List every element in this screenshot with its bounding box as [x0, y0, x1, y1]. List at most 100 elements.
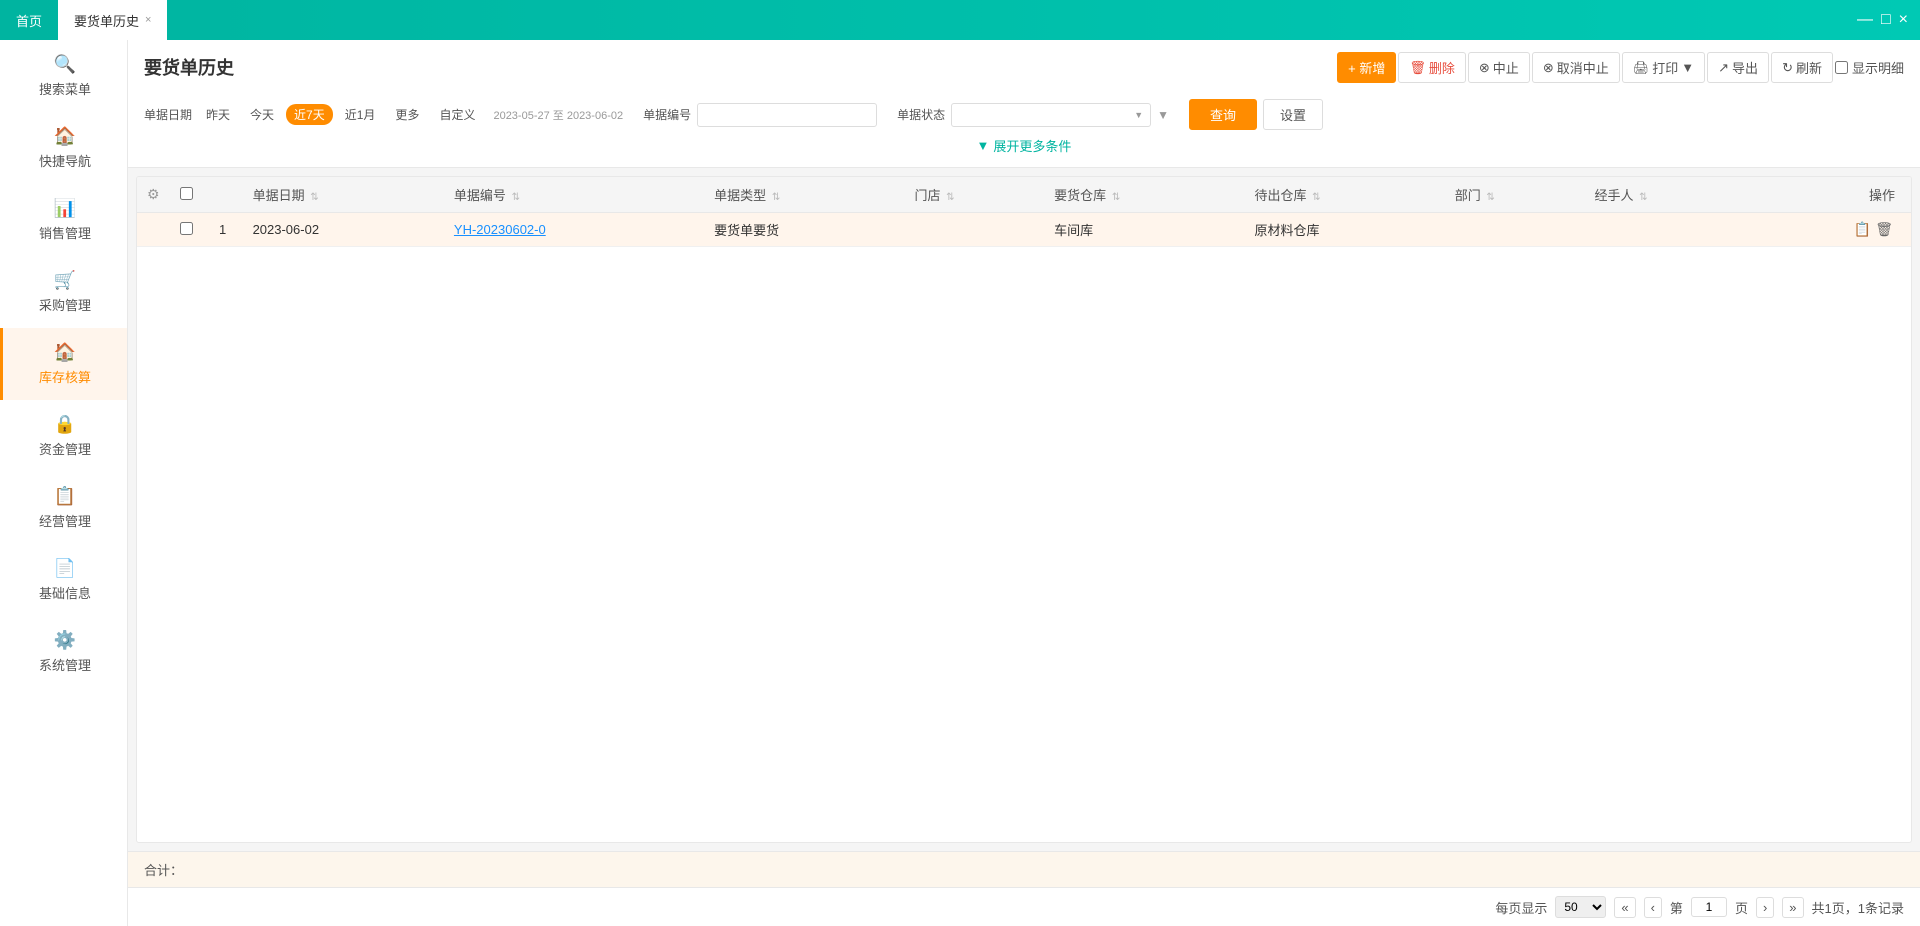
tab-close-icon[interactable]: × [145, 14, 151, 26]
sidebar-item-search-menu[interactable]: 🔍 搜索菜单 [0, 40, 127, 112]
col-handler-label: 经手人 [1594, 188, 1633, 203]
tab-requisition-history[interactable]: 要货单历史 × [58, 0, 167, 40]
filter-date-label: 单据日期 [144, 106, 192, 123]
prev-page-button[interactable]: ‹ [1644, 897, 1662, 918]
export-button-label: 导出 [1732, 58, 1758, 77]
doc-number-input[interactable] [697, 103, 877, 127]
sidebar-item-quick-nav[interactable]: 🏠 快捷导航 [0, 112, 127, 184]
row-handler-cell [1584, 213, 1754, 247]
row-number-link[interactable]: YH-20230602-0 [454, 222, 546, 237]
date-today[interactable]: 今天 [242, 104, 282, 125]
col-type-label: 单据类型 [714, 188, 766, 203]
col-number-sort-icon: ⇅ [512, 192, 520, 203]
close-icon[interactable]: × [1899, 11, 1908, 29]
sidebar-item-basic-info[interactable]: 📄 基础信息 [0, 544, 127, 616]
date-range-display: 2023-05-27 至 2023-06-02 [493, 107, 623, 123]
col-dept-header[interactable]: 部门 ⇅ [1445, 177, 1585, 213]
filter-date-group: 单据日期 昨天 今天 近7天 近1月 更多 自定义 2023-05-27 至 2… [144, 104, 623, 125]
col-store-header[interactable]: 门店 ⇅ [904, 177, 1044, 213]
col-req-warehouse-header[interactable]: 要货仓库 ⇅ [1044, 177, 1244, 213]
purchase-mgmt-icon: 🛒 [54, 270, 76, 291]
print-button[interactable]: 🖨 打印 ▼ [1622, 52, 1705, 83]
col-action-label: 操作 [1869, 188, 1895, 203]
date-yesterday[interactable]: 昨天 [198, 104, 238, 125]
content-area: 要货单历史 + 新增 🗑 删除 ⊗ 中止 ⊗ 取消中止 [128, 40, 1920, 926]
refresh-icon: ↻ [1782, 60, 1793, 76]
expand-more-label: 展开更多条件 [993, 136, 1071, 155]
sidebar-item-finance-mgmt[interactable]: 🔒 资金管理 [0, 400, 127, 472]
row-delete-icon[interactable]: 🗑 [1875, 221, 1893, 238]
sidebar-item-purchase-mgmt-label: 采购管理 [39, 295, 91, 314]
sidebar-item-system-mgmt[interactable]: ⚙️ 系统管理 [0, 616, 127, 688]
expand-more-button[interactable]: ▼ 展开更多条件 [144, 136, 1904, 155]
settings-button-label: 设置 [1280, 105, 1306, 124]
row-checkbox[interactable] [180, 222, 193, 235]
table-header-row: ⚙ 单据日期 ⇅ 单据编号 ⇅ [137, 177, 1911, 213]
minimize-icon[interactable]: — [1857, 11, 1873, 29]
last-page-button[interactable]: » [1782, 897, 1803, 918]
next-page-button[interactable]: › [1756, 897, 1774, 918]
col-number-header[interactable]: 单据编号 ⇅ [444, 177, 704, 213]
row-edit-icon[interactable]: 📋 [1854, 221, 1871, 238]
delete-button-label: 删除 [1429, 58, 1455, 77]
cancel-stop-button[interactable]: ⊗ 取消中止 [1532, 52, 1620, 83]
operations-mgmt-icon: 📋 [54, 486, 76, 507]
top-bar: 首页 要货单历史 × — □ × [0, 0, 1920, 40]
page-size-select[interactable]: 10 20 50 100 [1555, 896, 1606, 918]
sidebar-item-search-menu-label: 搜索菜单 [39, 79, 91, 98]
stop-icon: ⊗ [1479, 60, 1490, 76]
page-header: 要货单历史 + 新增 🗑 删除 ⊗ 中止 ⊗ 取消中止 [128, 40, 1920, 168]
row-pending-warehouse-cell: 原材料仓库 [1244, 213, 1444, 247]
stop-button[interactable]: ⊗ 中止 [1468, 52, 1530, 83]
main-layout: 🔍 搜索菜单 🏠 快捷导航 📊 销售管理 🛒 采购管理 🏠 库存核算 🔒 资金管… [0, 40, 1920, 926]
footer-bar: 合计： [128, 851, 1920, 887]
footer-total-label: 合计： [144, 860, 183, 879]
display-detail-checkbox-label[interactable]: 显示明细 [1835, 58, 1904, 77]
settings-button[interactable]: 设置 [1263, 99, 1323, 130]
sidebar-item-operations-mgmt[interactable]: 📋 经营管理 [0, 472, 127, 544]
export-button[interactable]: ↗ 导出 [1707, 52, 1769, 83]
row-number-cell: YH-20230602-0 [444, 213, 704, 247]
col-handler-header[interactable]: 经手人 ⇅ [1584, 177, 1754, 213]
column-settings-icon[interactable]: ⚙ [147, 186, 160, 202]
date-more[interactable]: 更多 [387, 104, 427, 125]
table-container: ⚙ 单据日期 ⇅ 单据编号 ⇅ [136, 176, 1912, 843]
row-dept-cell [1445, 213, 1585, 247]
stop-button-label: 中止 [1493, 58, 1519, 77]
new-button[interactable]: + 新增 [1337, 52, 1396, 83]
print-dropdown-icon: ▼ [1681, 60, 1694, 75]
col-type-header[interactable]: 单据类型 ⇅ [704, 177, 904, 213]
delete-button[interactable]: 🗑 删除 [1398, 52, 1466, 83]
table-row: 1 2023-06-02 YH-20230602-0 要货单要货 车间库 原材料… [137, 213, 1911, 247]
total-info: 共1页，1条记录 [1812, 898, 1904, 917]
maximize-icon[interactable]: □ [1881, 11, 1891, 29]
row-req-warehouse-cell: 车间库 [1044, 213, 1244, 247]
display-detail-checkbox[interactable] [1835, 61, 1848, 74]
status-select[interactable] [951, 103, 1151, 127]
refresh-button[interactable]: ↻ 刷新 [1771, 52, 1833, 83]
expand-more-icon: ▼ [977, 138, 990, 153]
select-all-checkbox[interactable] [180, 187, 193, 200]
col-settings: ⚙ [137, 177, 170, 213]
col-pending-warehouse-header[interactable]: 待出仓库 ⇅ [1244, 177, 1444, 213]
first-page-button[interactable]: « [1614, 897, 1635, 918]
row-settings-cell [137, 213, 170, 247]
date-last1month[interactable]: 近1月 [337, 104, 384, 125]
sales-mgmt-icon: 📊 [54, 198, 76, 219]
row-num-cell: 1 [203, 213, 243, 247]
query-button[interactable]: 查询 [1189, 99, 1257, 130]
date-last7days[interactable]: 近7天 [286, 104, 333, 125]
col-handler-sort-icon: ⇅ [1639, 192, 1647, 203]
prev-page-icon: ‹ [1651, 900, 1655, 915]
tab-home[interactable]: 首页 [0, 0, 58, 40]
first-page-icon: « [1621, 900, 1628, 915]
current-page-input[interactable] [1691, 897, 1727, 917]
col-date-header[interactable]: 单据日期 ⇅ [243, 177, 444, 213]
sidebar-item-inventory[interactable]: 🏠 库存核算 [0, 328, 127, 400]
date-custom[interactable]: 自定义 [431, 104, 483, 125]
sidebar-item-sales-mgmt[interactable]: 📊 销售管理 [0, 184, 127, 256]
col-checkbox-header [170, 177, 203, 213]
basic-info-icon: 📄 [54, 558, 76, 579]
sidebar-item-basic-info-label: 基础信息 [39, 583, 91, 602]
sidebar-item-purchase-mgmt[interactable]: 🛒 采购管理 [0, 256, 127, 328]
